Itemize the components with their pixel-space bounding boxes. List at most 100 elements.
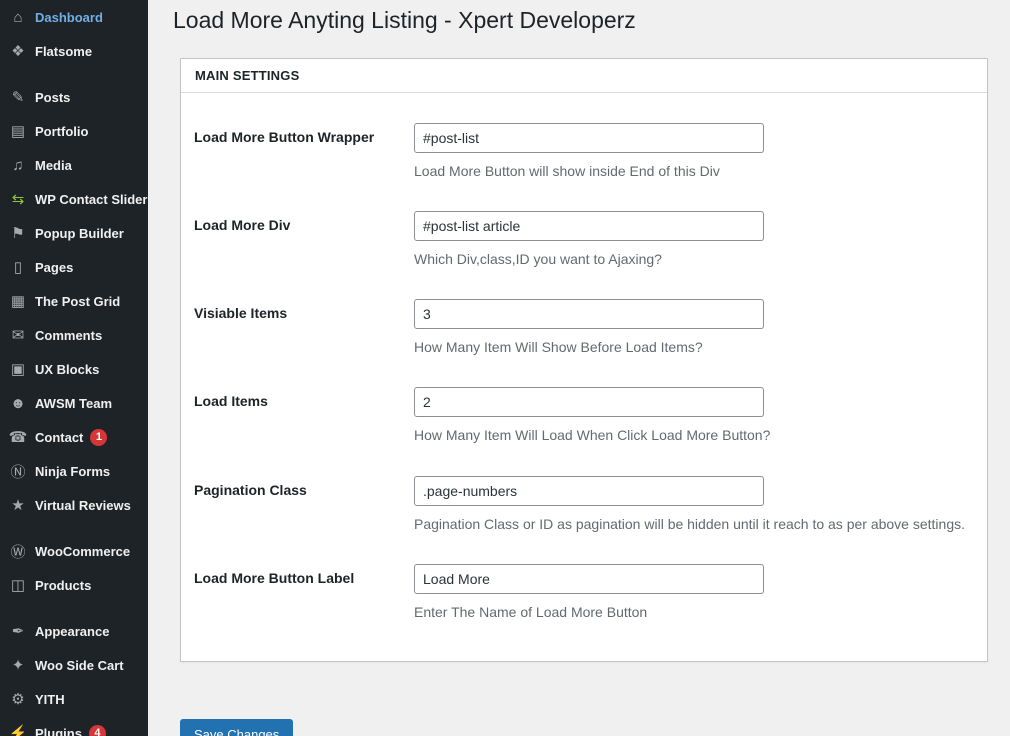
appearance-icon: ✒ xyxy=(11,623,25,640)
media-icon: ♫ xyxy=(12,156,24,174)
products-icon: ◫ xyxy=(10,577,26,594)
sidebar-item-label: The Post Grid xyxy=(35,293,121,309)
field-help-text: Load More Button will show inside End of… xyxy=(414,162,720,179)
ux-blocks-icon: ▣ xyxy=(10,361,26,378)
post-grid-icon: ▦ xyxy=(10,293,26,310)
sidebar-item-ninja-forms[interactable]: Ⓝ Ninja Forms xyxy=(0,454,148,488)
field-help-text: Pagination Class or ID as pagination wil… xyxy=(414,515,965,532)
sidebar-item-label: Comments xyxy=(35,327,103,343)
sidebar-item-appearance[interactable]: ✒ Appearance xyxy=(0,614,148,648)
sidebar-item-label: Posts xyxy=(35,89,71,105)
sidebar-item-label: YITH xyxy=(35,691,65,707)
field-label: Load Items xyxy=(194,393,268,410)
sidebar-item-plugins[interactable]: ⚡ Plugins 4 xyxy=(0,716,148,736)
sidebar-item-label: Flatsome xyxy=(35,43,93,59)
sidebar-item-comments[interactable]: ✉ Comments xyxy=(0,318,148,352)
save-changes-button[interactable]: Save Changes xyxy=(180,719,294,736)
page-title: Load More Anyting Listing - Xpert Develo… xyxy=(173,7,636,33)
field-label: Load More Button Label xyxy=(194,569,355,586)
sidebar-item-label: WP Contact Slider xyxy=(35,191,148,207)
field-help-text: How Many Item Will Load When Click Load … xyxy=(414,427,771,444)
sidebar-separator xyxy=(0,522,148,534)
panel-heading: MAIN SETTINGS xyxy=(181,59,987,93)
sidebar-item-label: Appearance xyxy=(35,623,110,639)
sidebar-item-label: Plugins xyxy=(35,725,82,736)
field-help-text: Which Div,class,ID you want to Ajaxing? xyxy=(414,251,662,268)
yith-icon: ⚙ xyxy=(11,691,25,708)
sidebar-item-label: Pages xyxy=(35,259,74,275)
sidebar-item-dashboard[interactable]: ⌂ Dashboard xyxy=(0,0,148,34)
field-help-text: Enter The Name of Load More Button xyxy=(414,603,648,620)
comments-icon: ✉ xyxy=(11,327,25,344)
contact-slider-icon: ⇆ xyxy=(11,191,25,208)
sidebar-item-virtual-reviews[interactable]: ★ Virtual Reviews xyxy=(0,488,148,522)
plugins-count-badge: 4 xyxy=(88,724,106,736)
team-icon: ☻ xyxy=(10,394,26,412)
admin-sidebar: ⌂ Dashboard ❖ Flatsome ✎ Posts ▤ Portfol… xyxy=(0,0,148,736)
field-wrap: Enter The Name of Load More Button xyxy=(414,563,967,621)
sidebar-item-media[interactable]: ♫ Media xyxy=(0,148,148,182)
sidebar-item-popup-builder[interactable]: ⚑ Popup Builder xyxy=(0,216,148,250)
sidebar-item-label: Media xyxy=(35,157,72,173)
sidebar-item-label: Contact xyxy=(35,429,84,445)
pages-icon: ▯ xyxy=(13,259,23,276)
portfolio-icon: ▤ xyxy=(10,123,26,140)
sidebar-item-pages[interactable]: ▯ Pages xyxy=(0,250,148,284)
sidebar-item-wp-contact-slider[interactable]: ⇆ WP Contact Slider xyxy=(0,182,148,216)
sidebar-item-portfolio[interactable]: ▤ Portfolio xyxy=(0,114,148,148)
sidebar-item-woocommerce[interactable]: Ⓦ WooCommerce xyxy=(0,534,148,568)
side-cart-icon: ✦ xyxy=(11,657,25,674)
main-settings-panel: MAIN SETTINGS Load More Button Wrapper L… xyxy=(180,57,988,663)
field-wrap: How Many Item Will Show Before Load Item… xyxy=(414,299,967,356)
sidebar-item-label: Portfolio xyxy=(35,123,89,139)
form-row: Load More Button Label Enter The Name of… xyxy=(194,563,967,621)
load-more-button-label-input[interactable] xyxy=(414,563,764,594)
form-row: Load Items How Many Item Will Load When … xyxy=(194,387,967,444)
sidebar-item-woo-side-cart[interactable]: ✦ Woo Side Cart xyxy=(0,648,148,682)
field-wrap: Load More Button will show inside End of… xyxy=(414,122,967,180)
sidebar-item-flatsome[interactable]: ❖ Flatsome xyxy=(0,34,148,68)
sidebar-item-awsm-team[interactable]: ☻ AWSM Team xyxy=(0,386,148,420)
sidebar-separator xyxy=(0,602,148,614)
load-more-div-input[interactable] xyxy=(414,211,764,242)
main-content: Load More Anyting Listing - Xpert Develo… xyxy=(148,0,1010,736)
sidebar-item-label: WooCommerce xyxy=(35,543,131,559)
woocommerce-icon: Ⓦ xyxy=(10,543,26,561)
form-row: Pagination Class Pagination Class or ID … xyxy=(194,475,967,533)
form-row: Load More Div Which Div,class,ID you wan… xyxy=(194,211,967,268)
sidebar-item-the-post-grid[interactable]: ▦ The Post Grid xyxy=(0,284,148,318)
sidebar-item-label: Ninja Forms xyxy=(35,463,111,479)
sidebar-item-label: Dashboard xyxy=(35,9,103,25)
sidebar-separator xyxy=(0,68,148,80)
contact-count-badge: 1 xyxy=(90,428,108,446)
field-label: Load More Button Wrapper xyxy=(194,128,375,145)
plugins-icon: ⚡ xyxy=(8,725,28,736)
load-items-input[interactable] xyxy=(414,387,764,418)
pagination-class-input[interactable] xyxy=(414,475,764,506)
sidebar-item-label: UX Blocks xyxy=(35,361,100,377)
wp-admin-screen: ⌂ Dashboard ❖ Flatsome ✎ Posts ▤ Portfol… xyxy=(0,0,1010,736)
field-wrap: Pagination Class or ID as pagination wil… xyxy=(414,475,967,533)
ninja-forms-icon: Ⓝ xyxy=(10,463,26,481)
reviews-icon: ★ xyxy=(11,497,25,514)
field-wrap: Which Div,class,ID you want to Ajaxing? xyxy=(414,211,967,268)
flatsome-icon: ❖ xyxy=(11,43,25,60)
sidebar-item-products[interactable]: ◫ Products xyxy=(0,568,148,602)
contact-icon: ☎ xyxy=(8,429,28,446)
sidebar-item-contact[interactable]: ☎ Contact 1 xyxy=(0,420,148,454)
sidebar-item-posts[interactable]: ✎ Posts xyxy=(0,80,148,114)
field-help-text: How Many Item Will Show Before Load Item… xyxy=(414,339,703,356)
load-more-button-wrapper-input[interactable] xyxy=(414,122,764,153)
sidebar-item-label: Products xyxy=(35,577,92,593)
field-label: Load More Div xyxy=(194,217,291,234)
form-row: Visiable Items How Many Item Will Show B… xyxy=(194,299,967,356)
sidebar-item-label: AWSM Team xyxy=(35,395,113,411)
form-row: Load More Button Wrapper Load More Butto… xyxy=(194,122,967,180)
sidebar-item-label: Popup Builder xyxy=(35,225,124,241)
visiable-items-input[interactable] xyxy=(414,299,764,330)
dashboard-icon: ⌂ xyxy=(13,8,23,26)
popup-builder-icon: ⚑ xyxy=(11,225,25,242)
sidebar-item-ux-blocks[interactable]: ▣ UX Blocks xyxy=(0,352,148,386)
sidebar-item-yith[interactable]: ⚙ YITH xyxy=(0,682,148,716)
sidebar-item-label: Virtual Reviews xyxy=(35,497,131,513)
